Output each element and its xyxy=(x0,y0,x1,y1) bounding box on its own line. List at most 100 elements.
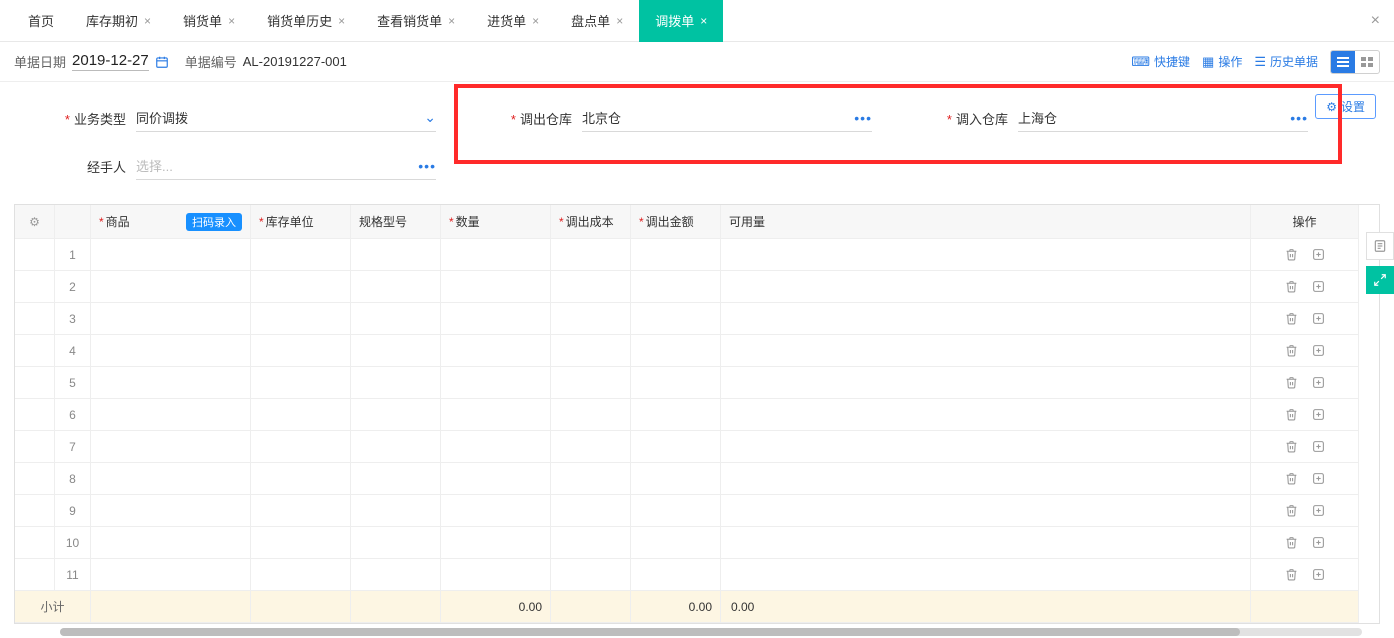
cell-qty[interactable] xyxy=(441,527,551,559)
cell-qty[interactable] xyxy=(441,495,551,527)
out-warehouse-select[interactable]: 北京仓 ••• xyxy=(582,104,872,132)
tab-inventory-init[interactable]: 库存期初× xyxy=(70,0,167,42)
cell-product[interactable] xyxy=(91,431,251,463)
cell-outcost[interactable] xyxy=(551,399,631,431)
add-row-icon[interactable] xyxy=(1312,408,1325,421)
cell-spec[interactable] xyxy=(351,335,441,367)
cell-qty[interactable] xyxy=(441,239,551,271)
cell-product[interactable] xyxy=(91,399,251,431)
view-grid-button[interactable] xyxy=(1355,51,1379,73)
add-row-icon[interactable] xyxy=(1312,568,1325,581)
cell-qty[interactable] xyxy=(441,271,551,303)
tab-sales-order[interactable]: 销货单× xyxy=(167,0,251,42)
add-row-icon[interactable] xyxy=(1312,504,1325,517)
close-icon[interactable]: × xyxy=(532,14,539,28)
add-row-icon[interactable] xyxy=(1312,312,1325,325)
scan-badge[interactable]: 扫码录入 xyxy=(186,213,242,231)
biz-type-select[interactable]: 同价调拨 ⌄ xyxy=(136,104,436,132)
cell-qty[interactable] xyxy=(441,463,551,495)
tab-view-sales[interactable]: 查看销货单× xyxy=(361,0,471,42)
cell-qty[interactable] xyxy=(441,335,551,367)
tab-purchase[interactable]: 进货单× xyxy=(471,0,555,42)
cell-product[interactable] xyxy=(91,495,251,527)
close-icon[interactable]: × xyxy=(616,14,623,28)
cell-spec[interactable] xyxy=(351,303,441,335)
close-icon[interactable]: × xyxy=(448,14,455,28)
close-icon[interactable]: × xyxy=(228,14,235,28)
cell-product[interactable] xyxy=(91,303,251,335)
cell-outamount[interactable] xyxy=(631,367,721,399)
tab-transfer[interactable]: 调拨单× xyxy=(639,0,723,42)
cell-spec[interactable] xyxy=(351,559,441,591)
delete-row-icon[interactable] xyxy=(1285,312,1298,325)
cell-qty[interactable] xyxy=(441,559,551,591)
cell-product[interactable] xyxy=(91,559,251,591)
cell-spec[interactable] xyxy=(351,271,441,303)
cell-product[interactable] xyxy=(91,367,251,399)
add-row-icon[interactable] xyxy=(1312,248,1325,261)
more-icon[interactable]: ••• xyxy=(854,110,872,126)
settings-button[interactable]: ⚙设置 xyxy=(1315,94,1376,119)
add-row-icon[interactable] xyxy=(1312,440,1325,453)
cell-spec[interactable] xyxy=(351,239,441,271)
notes-button[interactable] xyxy=(1366,232,1394,260)
horizontal-scrollbar[interactable] xyxy=(14,626,1380,638)
delete-row-icon[interactable] xyxy=(1285,376,1298,389)
cell-outcost[interactable] xyxy=(551,303,631,335)
cell-unit[interactable] xyxy=(251,527,351,559)
cell-spec[interactable] xyxy=(351,527,441,559)
delete-row-icon[interactable] xyxy=(1285,344,1298,357)
delete-row-icon[interactable] xyxy=(1285,408,1298,421)
cell-product[interactable] xyxy=(91,239,251,271)
cell-qty[interactable] xyxy=(441,399,551,431)
cell-outamount[interactable] xyxy=(631,271,721,303)
cell-outamount[interactable] xyxy=(631,463,721,495)
tab-sales-history[interactable]: 销货单历史× xyxy=(251,0,361,42)
cell-qty[interactable] xyxy=(441,303,551,335)
add-row-icon[interactable] xyxy=(1312,280,1325,293)
close-icon[interactable]: × xyxy=(338,14,345,28)
cell-outamount[interactable] xyxy=(631,335,721,367)
cell-outcost[interactable] xyxy=(551,367,631,399)
cell-unit[interactable] xyxy=(251,367,351,399)
more-icon[interactable]: ••• xyxy=(1290,110,1308,126)
calendar-icon[interactable] xyxy=(155,55,169,69)
close-all-icon[interactable]: × xyxy=(1371,12,1380,30)
cell-unit[interactable] xyxy=(251,463,351,495)
delete-row-icon[interactable] xyxy=(1285,472,1298,485)
handler-select[interactable]: 选择... ••• xyxy=(136,152,436,180)
tab-stocktake[interactable]: 盘点单× xyxy=(555,0,639,42)
cell-qty[interactable] xyxy=(441,431,551,463)
cell-unit[interactable] xyxy=(251,399,351,431)
in-warehouse-select[interactable]: 上海仓 ••• xyxy=(1018,104,1308,132)
history-link[interactable]: ☰历史单据 xyxy=(1254,53,1318,70)
shortcut-link[interactable]: ⌨快捷键 xyxy=(1131,53,1190,70)
cell-unit[interactable] xyxy=(251,303,351,335)
cell-outamount[interactable] xyxy=(631,399,721,431)
cell-product[interactable] xyxy=(91,463,251,495)
cell-product[interactable] xyxy=(91,335,251,367)
cell-unit[interactable] xyxy=(251,431,351,463)
cell-outamount[interactable] xyxy=(631,431,721,463)
date-value[interactable]: 2019-12-27 xyxy=(72,52,149,71)
delete-row-icon[interactable] xyxy=(1285,280,1298,293)
cell-outcost[interactable] xyxy=(551,239,631,271)
operate-link[interactable]: ▦操作 xyxy=(1202,53,1242,70)
more-icon[interactable]: ••• xyxy=(418,158,436,174)
cell-outamount[interactable] xyxy=(631,527,721,559)
cell-outcost[interactable] xyxy=(551,559,631,591)
cell-spec[interactable] xyxy=(351,463,441,495)
cell-outcost[interactable] xyxy=(551,431,631,463)
cell-unit[interactable] xyxy=(251,495,351,527)
delete-row-icon[interactable] xyxy=(1285,568,1298,581)
cell-outcost[interactable] xyxy=(551,527,631,559)
delete-row-icon[interactable] xyxy=(1285,536,1298,549)
add-row-icon[interactable] xyxy=(1312,344,1325,357)
delete-row-icon[interactable] xyxy=(1285,248,1298,261)
cell-outcost[interactable] xyxy=(551,271,631,303)
tab-home[interactable]: 首页 xyxy=(12,0,70,42)
cell-outamount[interactable] xyxy=(631,495,721,527)
cell-outamount[interactable] xyxy=(631,303,721,335)
cell-outcost[interactable] xyxy=(551,495,631,527)
close-icon[interactable]: × xyxy=(700,14,707,28)
